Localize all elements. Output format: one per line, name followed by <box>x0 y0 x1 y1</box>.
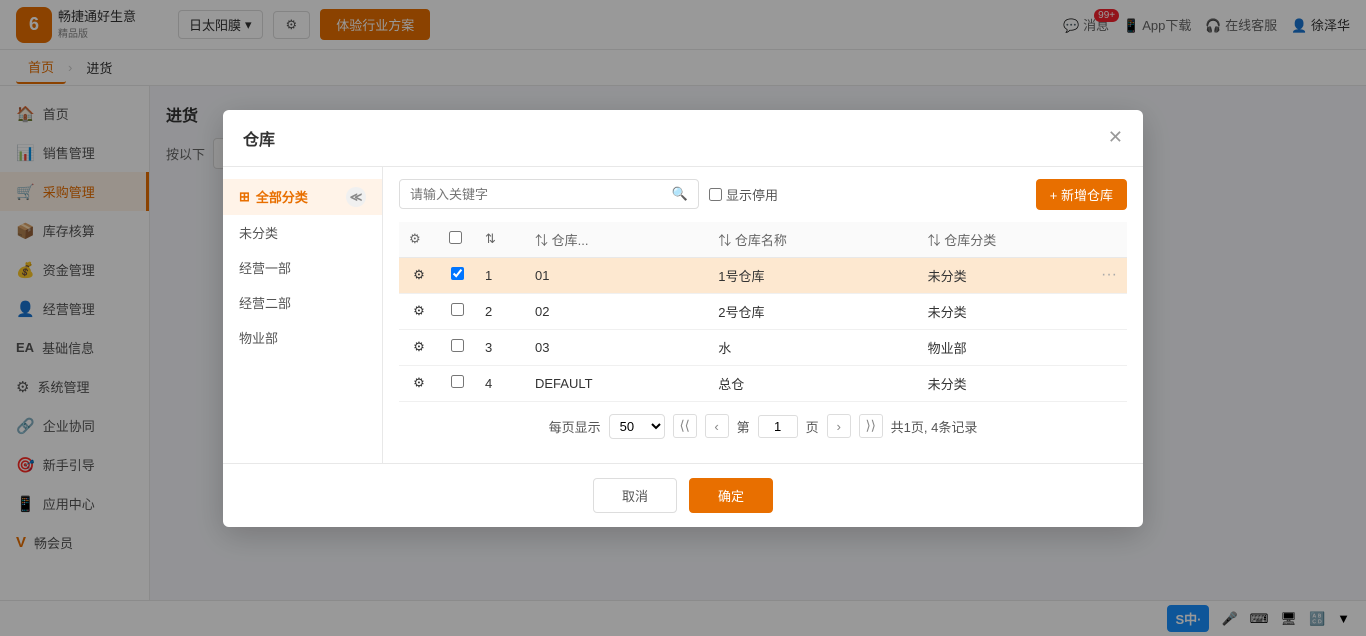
modal-overlay: 仓库 ✕ ⊞ 全部分类 ≪ 未分类 经营一部 经营二部 <box>0 0 1366 636</box>
new-warehouse-btn[interactable]: + 新增仓库 <box>1036 179 1127 210</box>
row-checkbox[interactable] <box>451 303 464 316</box>
row-check-cell <box>439 257 475 293</box>
modal-sidebar-dept1[interactable]: 经营一部 <box>223 250 382 285</box>
row-check-cell <box>439 329 475 365</box>
sort-icon-code: ⇅ <box>535 233 548 248</box>
last-page-btn[interactable]: ⟩⟩ <box>859 414 883 438</box>
table-row[interactable]: ⚙ 3 03 水 物业部 <box>399 329 1127 365</box>
row-gear-icon: ⚙ <box>413 267 425 282</box>
show-disabled-checkbox[interactable] <box>709 188 722 201</box>
modal-body: ⊞ 全部分类 ≪ 未分类 经营一部 经营二部 物业部 <box>223 167 1143 463</box>
row-checkbox[interactable] <box>451 339 464 352</box>
gear-col-icon <box>409 231 421 246</box>
warehouse-table: ⇅ ⇅ 仓库... ⇅ 仓库名称 ⇅ 仓库分类 <box>399 222 1127 402</box>
row-gear-icon: ⚙ <box>413 339 425 354</box>
total-label: 共1页, 4条记录 <box>891 417 978 436</box>
row-gear-icon: ⚙ <box>413 303 425 318</box>
row-name: 水 <box>708 329 917 365</box>
modal-sidebar-all[interactable]: ⊞ 全部分类 ≪ <box>223 179 382 215</box>
row-check-cell <box>439 365 475 401</box>
prev-page-btn[interactable]: ‹ <box>705 414 729 438</box>
row-gear-icon: ⚙ <box>413 375 425 390</box>
search-input[interactable] <box>400 182 662 207</box>
warehouse-table-container: ⇅ ⇅ 仓库... ⇅ 仓库名称 ⇅ 仓库分类 <box>399 222 1127 402</box>
row-num: 3 <box>475 329 525 365</box>
page-number-input[interactable] <box>758 415 798 438</box>
sort-icon-name: ⇅ <box>718 233 731 248</box>
warehouse-modal: 仓库 ✕ ⊞ 全部分类 ≪ 未分类 经营一部 经营二部 <box>223 110 1143 527</box>
modal-category-sidebar: ⊞ 全部分类 ≪ 未分类 经营一部 经营二部 物业部 <box>223 167 383 463</box>
row-check-cell <box>439 293 475 329</box>
select-all-checkbox[interactable] <box>449 231 462 244</box>
grid-icon: ⊞ <box>239 189 250 205</box>
modal-main-content: 🔍 显示停用 + 新增仓库 <box>383 167 1143 463</box>
row-name: 2号仓库 <box>708 293 917 329</box>
col-header-gear <box>399 222 439 258</box>
show-disabled-label: 显示停用 <box>709 185 778 204</box>
table-row[interactable]: ⚙ 1 01 1号仓库 未分类··· <box>399 257 1127 293</box>
modal-toolbar: 🔍 显示停用 + 新增仓库 <box>399 179 1127 210</box>
modal-title: 仓库 <box>243 126 275 150</box>
per-page-label: 每页显示 <box>549 417 601 436</box>
row-gear-cell: ⚙ <box>399 257 439 293</box>
page-label: 第 <box>737 417 750 436</box>
row-code: 01 <box>525 257 708 293</box>
next-page-btn[interactable]: › <box>827 414 851 438</box>
row-code: 02 <box>525 293 708 329</box>
col-header-check <box>439 222 475 258</box>
row-name: 1号仓库 <box>708 257 917 293</box>
modal-sidebar-dept2[interactable]: 经营二部 <box>223 285 382 320</box>
col-header-name: ⇅ 仓库名称 <box>708 222 917 258</box>
row-num: 1 <box>475 257 525 293</box>
sort-icon-category: ⇅ <box>928 233 941 248</box>
row-num: 2 <box>475 293 525 329</box>
row-gear-cell: ⚙ <box>399 365 439 401</box>
col-header-category: ⇅ 仓库分类 <box>918 222 1127 258</box>
modal-footer: 取消 确定 <box>223 463 1143 527</box>
table-row[interactable]: ⚙ 4 DEFAULT 总仓 未分类 <box>399 365 1127 401</box>
cancel-button[interactable]: 取消 <box>593 478 677 513</box>
modal-sidebar-uncategorized[interactable]: 未分类 <box>223 215 382 250</box>
row-category: 未分类 <box>918 293 1127 329</box>
confirm-button[interactable]: 确定 <box>689 478 773 513</box>
sort-icon-num: ⇅ <box>485 231 496 246</box>
row-category: 未分类··· <box>918 257 1127 293</box>
search-icon[interactable]: 🔍 <box>662 180 698 208</box>
row-checkbox[interactable] <box>451 267 464 280</box>
row-category: 未分类 <box>918 365 1127 401</box>
row-code: DEFAULT <box>525 365 708 401</box>
modal-close-btn[interactable]: ✕ <box>1108 127 1123 148</box>
row-code: 03 <box>525 329 708 365</box>
row-category: 物业部 <box>918 329 1127 365</box>
row-gear-cell: ⚙ <box>399 293 439 329</box>
col-header-code: ⇅ 仓库... <box>525 222 708 258</box>
row-name: 总仓 <box>708 365 917 401</box>
page-suffix: 页 <box>806 417 819 436</box>
first-page-btn[interactable]: ⟨⟨ <box>673 414 697 438</box>
modal-header: 仓库 ✕ <box>223 110 1143 167</box>
row-gear-cell: ⚙ <box>399 329 439 365</box>
modal-pagination: 每页显示 50 10 20 100 ⟨⟨ ‹ 第 页 › ⟩⟩ 共1页, 4条记… <box>399 402 1127 451</box>
search-box: 🔍 <box>399 179 699 209</box>
collapse-btn[interactable]: ≪ <box>346 187 366 207</box>
row-checkbox[interactable] <box>451 375 464 388</box>
col-header-num: ⇅ <box>475 222 525 258</box>
modal-sidebar-property[interactable]: 物业部 <box>223 320 382 355</box>
per-page-select[interactable]: 50 10 20 100 <box>609 414 665 439</box>
table-row[interactable]: ⚙ 2 02 2号仓库 未分类 <box>399 293 1127 329</box>
row-num: 4 <box>475 365 525 401</box>
